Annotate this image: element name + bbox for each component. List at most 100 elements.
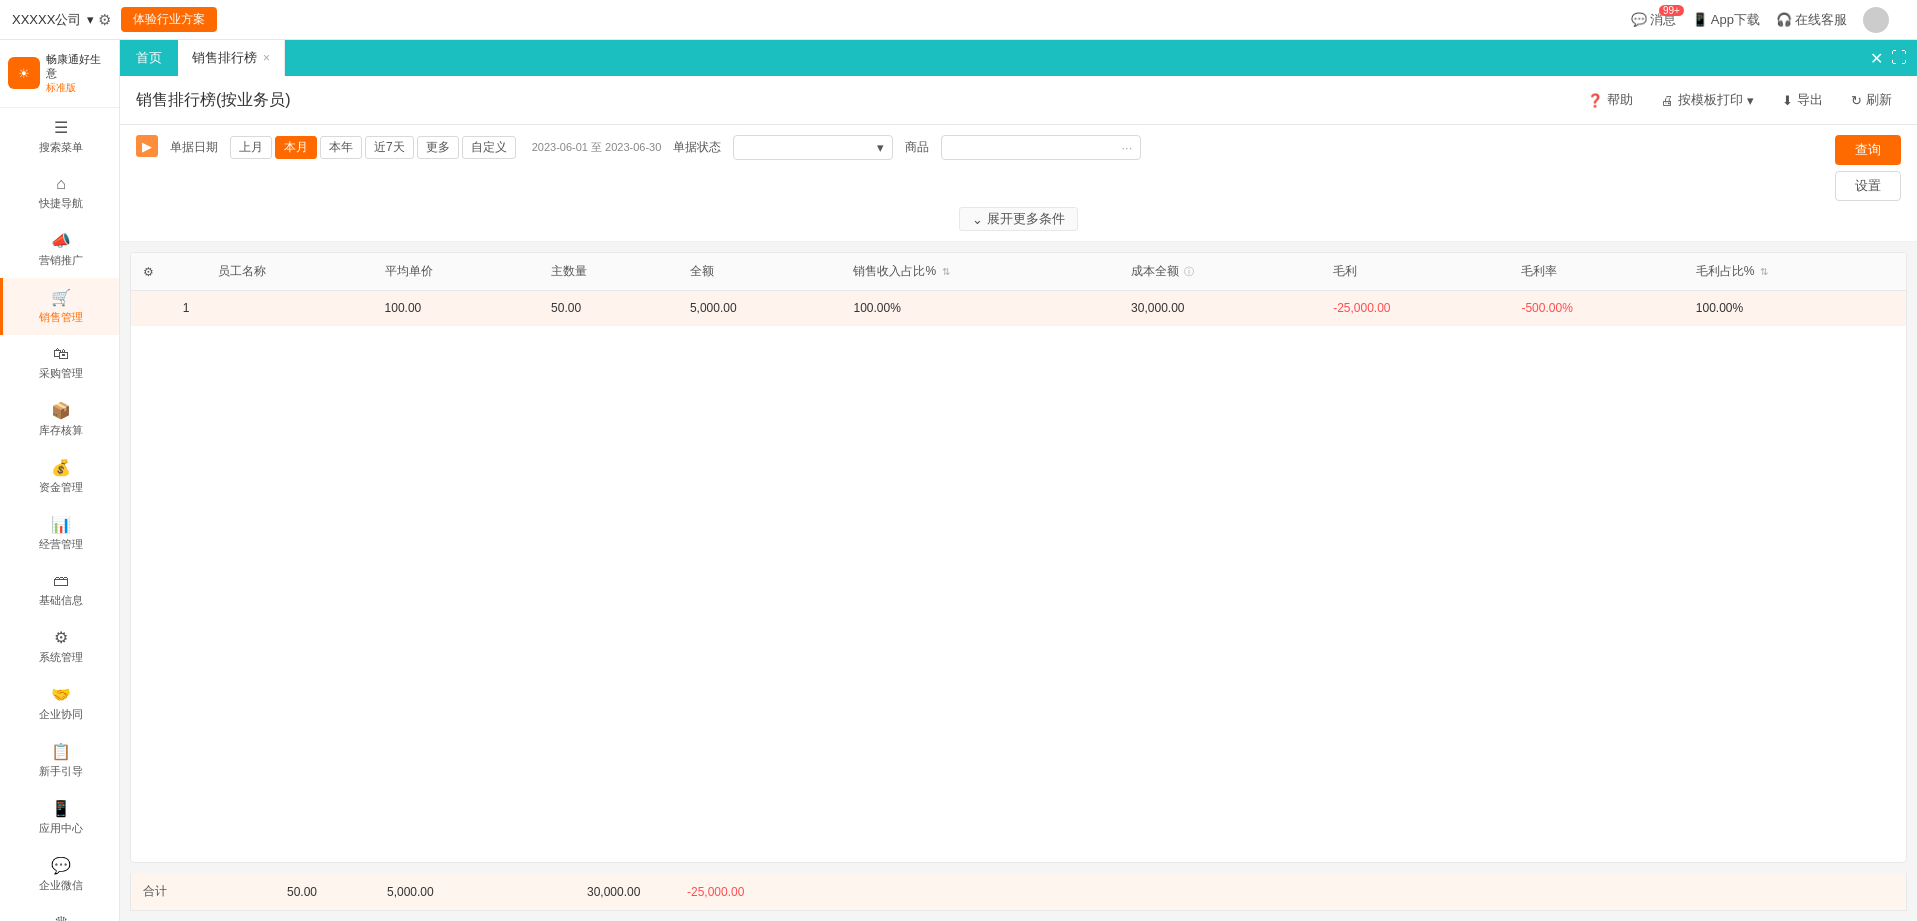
home-icon: ⌂ bbox=[56, 175, 66, 193]
goods-more-icon[interactable]: ··· bbox=[1122, 140, 1133, 155]
th-sales-pct[interactable]: 销售收入占比% ⇅ bbox=[841, 253, 1119, 291]
tab-bar-right: ✕ ⛶ bbox=[1870, 49, 1917, 68]
sidebar-item-operations-label: 经营管理 bbox=[39, 537, 83, 552]
footer-qty: 50.00 bbox=[287, 885, 367, 899]
page-content: 销售排行榜(按业务员) ❓ 帮助 🖨 按模板打印 ▾ ⬇ 导出 bbox=[120, 76, 1917, 921]
row-gross: -25,000.00 bbox=[1321, 291, 1509, 326]
top-bar: XXXXX公司 ▾ ⚙ 体验行业方案 💬 消息 99+ 📱 App下载 🎧 在线… bbox=[0, 0, 1917, 40]
period-btn-custom[interactable]: 自定义 bbox=[462, 136, 516, 159]
sidebar-item-purchase-label: 采购管理 bbox=[39, 366, 83, 381]
message-icon: 💬 bbox=[1631, 12, 1647, 27]
sidebar: ☀ 畅康通好生意 标准版 ☰ 搜索菜单 ⌂ 快捷导航 📣 营销推广 🛒 销售管理… bbox=[0, 40, 120, 921]
gross-pct-sort-icon[interactable]: ⇅ bbox=[1760, 266, 1768, 277]
sidebar-item-apps[interactable]: 📱 应用中心 bbox=[0, 789, 119, 846]
sidebar-item-purchase[interactable]: 🛍 采购管理 bbox=[0, 335, 119, 391]
export-button[interactable]: ⬇ 导出 bbox=[1773, 86, 1832, 114]
query-button[interactable]: 查询 bbox=[1835, 135, 1901, 165]
inventory-icon: 📦 bbox=[51, 401, 71, 420]
row-avg-price: 100.00 bbox=[373, 291, 540, 326]
goods-input[interactable]: ··· bbox=[941, 135, 1141, 160]
filter-query-col: 查询 设置 bbox=[1835, 135, 1901, 201]
enterprise-icon: 🤝 bbox=[51, 685, 71, 704]
message-button[interactable]: 💬 消息 99+ bbox=[1631, 11, 1676, 29]
sidebar-logo: ☀ 畅康通好生意 标准版 bbox=[0, 40, 119, 108]
refresh-button[interactable]: ↻ 刷新 bbox=[1842, 86, 1901, 114]
table-settings-button[interactable]: 设置 bbox=[1835, 171, 1901, 201]
sidebar-item-shortcut[interactable]: ⌂ 快捷导航 bbox=[0, 165, 119, 221]
sun-icon: ☀ bbox=[18, 66, 30, 81]
row-amount: 5,000.00 bbox=[678, 291, 842, 326]
company-name: XXXXX公司 bbox=[12, 11, 81, 29]
company-selector[interactable]: XXXXX公司 ▾ bbox=[12, 11, 94, 29]
period-btn-more[interactable]: 更多 bbox=[417, 136, 459, 159]
period-btn-this-year[interactable]: 本年 bbox=[320, 136, 362, 159]
finance-icon: 💰 bbox=[51, 458, 71, 477]
logo-sub: 标准版 bbox=[46, 81, 111, 95]
expand-more-btn[interactable]: ⌄ 展开更多条件 bbox=[959, 207, 1078, 231]
sidebar-item-system[interactable]: ⚙ 系统管理 bbox=[0, 618, 119, 675]
th-avg-price: 平均单价 bbox=[373, 253, 540, 291]
logo-icon: ☀ bbox=[8, 57, 40, 89]
avatar[interactable] bbox=[1863, 7, 1889, 33]
template-print-button[interactable]: 🖨 按模板打印 ▾ bbox=[1652, 86, 1763, 114]
settings-icon[interactable]: ⚙ bbox=[98, 11, 111, 29]
sidebar-item-search-label: 搜索菜单 bbox=[39, 140, 83, 155]
sidebar-item-finance[interactable]: 💰 资金管理 bbox=[0, 448, 119, 505]
member-icon: ♛ bbox=[54, 913, 68, 921]
tab-maximize-icon[interactable]: ⛶ bbox=[1891, 49, 1907, 67]
sidebar-item-inventory-label: 库存核算 bbox=[39, 423, 83, 438]
guide-icon: 📋 bbox=[51, 742, 71, 761]
content-area: 首页 销售排行榜 × ✕ ⛶ 销售排行榜(按业务员) ❓ 帮助 bbox=[120, 40, 1917, 921]
sidebar-item-enterprise[interactable]: 🤝 企业协同 bbox=[0, 675, 119, 732]
row-sales-pct: 100.00% bbox=[841, 291, 1119, 326]
period-btn-this-month[interactable]: 本月 bbox=[275, 136, 317, 159]
help-button[interactable]: ❓ 帮助 bbox=[1578, 86, 1642, 114]
sidebar-item-inventory[interactable]: 📦 库存核算 bbox=[0, 391, 119, 448]
filter-expand-row: ⌄ 展开更多条件 bbox=[136, 201, 1901, 231]
toggle-filter-arrow[interactable]: ▶ bbox=[136, 135, 158, 157]
th-settings[interactable]: ⚙ bbox=[131, 253, 166, 291]
footer-amount: 5,000.00 bbox=[387, 885, 467, 899]
period-btn-7days[interactable]: 近7天 bbox=[365, 136, 414, 159]
th-employee-name: 员工名称 bbox=[206, 253, 373, 291]
tab-close-icon[interactable]: × bbox=[263, 51, 270, 65]
sidebar-item-guide[interactable]: 📋 新手引导 bbox=[0, 732, 119, 789]
period-buttons: 上月 本月 本年 近7天 更多 自定义 bbox=[230, 136, 516, 159]
template-print-label: 按模板打印 bbox=[1678, 91, 1743, 109]
th-gross-pct[interactable]: 毛利占比% ⇅ bbox=[1684, 253, 1906, 291]
th-cost: 成本全额 ⓘ bbox=[1119, 253, 1321, 291]
trial-button[interactable]: 体验行业方案 bbox=[121, 7, 217, 32]
sidebar-item-wechat[interactable]: 💬 企业微信 bbox=[0, 846, 119, 903]
period-btn-last-month[interactable]: 上月 bbox=[230, 136, 272, 159]
refresh-label: 刷新 bbox=[1866, 91, 1892, 109]
sidebar-item-guide-label: 新手引导 bbox=[39, 764, 83, 779]
th-gross-rate: 毛利率 bbox=[1509, 253, 1683, 291]
sales-pct-sort-icon[interactable]: ⇅ bbox=[942, 266, 950, 277]
app-download-button[interactable]: 📱 App下载 bbox=[1692, 11, 1760, 29]
sidebar-item-member[interactable]: ♛ 畅会员 bbox=[0, 903, 119, 921]
sidebar-item-marketing[interactable]: 📣 营销推广 bbox=[0, 221, 119, 278]
online-service-button[interactable]: 🎧 在线客服 bbox=[1776, 11, 1847, 29]
tab-home[interactable]: 首页 bbox=[120, 40, 178, 76]
row-employee-name bbox=[206, 291, 373, 326]
tab-sales-ranking[interactable]: 销售排行榜 × bbox=[178, 40, 285, 76]
logo-text-block: 畅康通好生意 标准版 bbox=[46, 52, 111, 95]
tab-close-window-icon[interactable]: ✕ bbox=[1870, 49, 1883, 68]
cost-help-icon[interactable]: ⓘ bbox=[1184, 266, 1194, 277]
sidebar-item-search[interactable]: ☰ 搜索菜单 bbox=[0, 108, 119, 165]
status-select[interactable]: ▾ bbox=[733, 135, 893, 160]
phone-icon: 📱 bbox=[1692, 12, 1708, 27]
app-download-label: App下载 bbox=[1711, 11, 1760, 29]
filter-main-row: ▶ 单据日期 上月 本月 本年 近7天 更多 自定义 2023-06-01 至 … bbox=[136, 135, 1901, 201]
sidebar-item-basic[interactable]: 🗃 基础信息 bbox=[0, 562, 119, 618]
sidebar-item-wechat-label: 企业微信 bbox=[39, 878, 83, 893]
filter-bar: ▶ 单据日期 上月 本月 本年 近7天 更多 自定义 2023-06-01 至 … bbox=[120, 125, 1917, 242]
status-label: 单据状态 bbox=[673, 139, 721, 156]
status-chevron-icon: ▾ bbox=[877, 140, 884, 155]
export-icon: ⬇ bbox=[1782, 93, 1793, 108]
sidebar-item-sales[interactable]: 🛒 销售管理 bbox=[0, 278, 119, 335]
basic-icon: 🗃 bbox=[53, 572, 69, 590]
sidebar-item-operations[interactable]: 📊 经营管理 bbox=[0, 505, 119, 562]
online-service-label: 在线客服 bbox=[1795, 11, 1847, 29]
th-amount: 全额 bbox=[678, 253, 842, 291]
